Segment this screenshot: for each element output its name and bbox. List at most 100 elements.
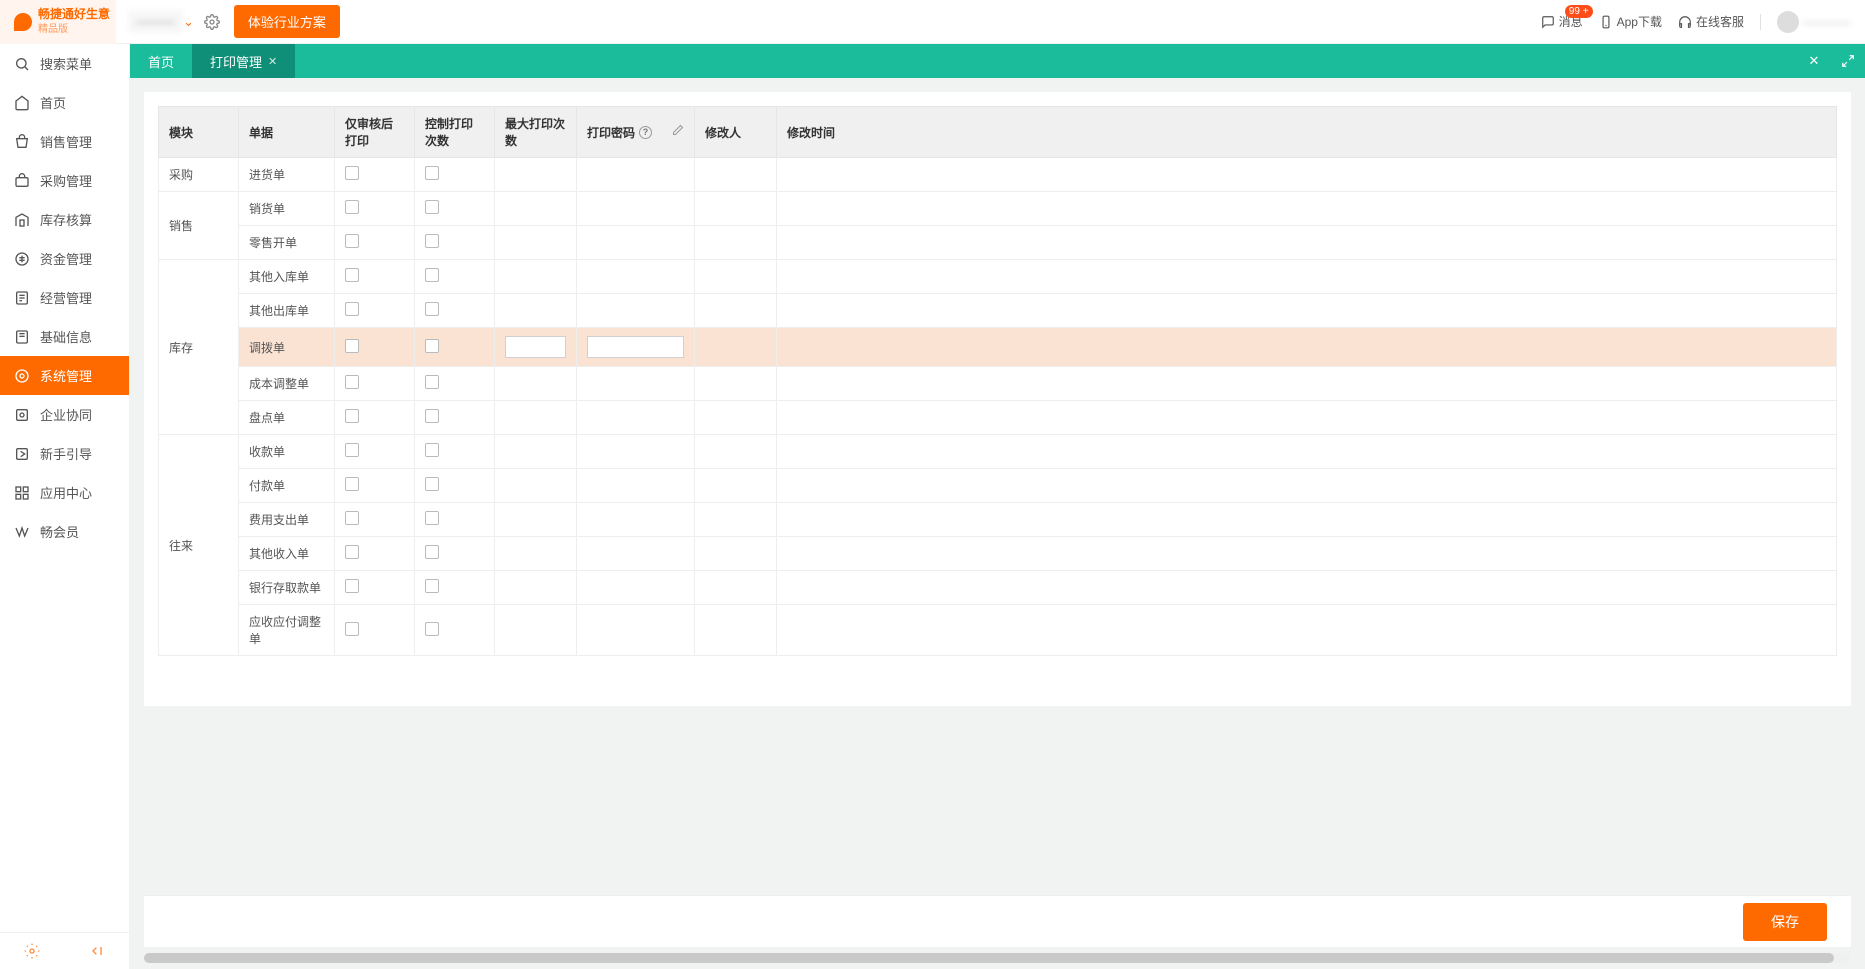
sidebar-item-appcenter[interactable]: 应用中心 <box>0 473 129 512</box>
cell-modifier <box>695 260 777 294</box>
table-row[interactable]: 付款单 <box>159 469 1837 503</box>
sidebar-item-base[interactable]: 基础信息 <box>0 317 129 356</box>
checkbox-ctrl[interactable] <box>425 477 439 491</box>
chevron-down-icon[interactable]: ⌄ <box>183 14 194 30</box>
checkbox-audit[interactable] <box>345 443 359 457</box>
checkbox-audit[interactable] <box>345 268 359 282</box>
cell-max <box>495 469 577 503</box>
checkbox-ctrl[interactable] <box>425 302 439 316</box>
th-audit: 仅审核后打印 <box>335 107 415 158</box>
table-row[interactable]: 调拨单 <box>159 328 1837 367</box>
cell-mtime <box>777 192 1837 226</box>
checkbox-audit[interactable] <box>345 302 359 316</box>
cell-pwd <box>577 260 695 294</box>
checkbox-ctrl[interactable] <box>425 622 439 636</box>
table-row[interactable]: 库存其他入库单 <box>159 260 1837 294</box>
sidebar-item-search[interactable]: 搜索菜单 <box>0 44 129 83</box>
sidebar-item-label: 基础信息 <box>40 327 92 346</box>
cell-max <box>495 401 577 435</box>
table-row[interactable]: 费用支出单 <box>159 503 1837 537</box>
table-row[interactable]: 银行存取款单 <box>159 571 1837 605</box>
sidebar-item-funds[interactable]: 资金管理 <box>0 239 129 278</box>
cell-pwd <box>577 294 695 328</box>
sidebar-item-guide[interactable]: 新手引导 <box>0 434 129 473</box>
tab-home[interactable]: 首页 <box>130 44 192 78</box>
save-button[interactable]: 保存 <box>1743 903 1827 941</box>
checkbox-ctrl[interactable] <box>425 339 439 353</box>
checkbox-ctrl[interactable] <box>425 579 439 593</box>
th-ctrl: 控制打印次数 <box>415 107 495 158</box>
checkbox-audit[interactable] <box>345 579 359 593</box>
cell-ctrl <box>415 571 495 605</box>
table-row[interactable]: 销售销货单 <box>159 192 1837 226</box>
expand-icon[interactable] <box>1831 44 1865 78</box>
cell-mtime <box>777 260 1837 294</box>
checkbox-audit[interactable] <box>345 545 359 559</box>
promo-button[interactable]: 体验行业方案 <box>234 5 340 38</box>
checkbox-ctrl[interactable] <box>425 200 439 214</box>
table-row[interactable]: 成本调整单 <box>159 367 1837 401</box>
checkbox-audit[interactable] <box>345 339 359 353</box>
sidebar-item-label: 经营管理 <box>40 288 92 307</box>
sidebar-item-home[interactable]: 首页 <box>0 83 129 122</box>
checkbox-ctrl[interactable] <box>425 166 439 180</box>
tab-close-all[interactable]: ✕ <box>1797 44 1831 78</box>
max-print-input[interactable] <box>505 336 566 358</box>
sidebar-item-sales[interactable]: 销售管理 <box>0 122 129 161</box>
table-row[interactable]: 其他出库单 <box>159 294 1837 328</box>
cell-doc: 其他出库单 <box>239 294 335 328</box>
checkbox-ctrl[interactable] <box>425 443 439 457</box>
table-row[interactable]: 其他收入单 <box>159 537 1837 571</box>
table-row[interactable]: 应收应付调整单 <box>159 605 1837 656</box>
table-row[interactable]: 零售开单 <box>159 226 1837 260</box>
close-icon[interactable]: ✕ <box>268 55 277 68</box>
checkbox-ctrl[interactable] <box>425 409 439 423</box>
app-download-link[interactable]: App下载 <box>1599 13 1662 30</box>
checkbox-audit[interactable] <box>345 200 359 214</box>
horizontal-scrollbar[interactable] <box>144 953 1851 965</box>
tab-print-manage[interactable]: 打印管理 ✕ <box>192 44 295 78</box>
checkbox-audit[interactable] <box>345 234 359 248</box>
checkbox-ctrl[interactable] <box>425 511 439 525</box>
gear-icon[interactable] <box>24 943 40 959</box>
sidebar-item-inventory[interactable]: 库存核算 <box>0 200 129 239</box>
cell-pwd <box>577 158 695 192</box>
table-row[interactable]: 盘点单 <box>159 401 1837 435</box>
checkbox-ctrl[interactable] <box>425 234 439 248</box>
cell-audit <box>335 328 415 367</box>
cell-audit <box>335 260 415 294</box>
support-link[interactable]: 在线客服 <box>1678 13 1744 30</box>
messages-link[interactable]: 消息 99 + <box>1541 13 1583 30</box>
cell-ctrl <box>415 605 495 656</box>
table-row[interactable]: 采购进货单 <box>159 158 1837 192</box>
checkbox-audit[interactable] <box>345 409 359 423</box>
sidebar-item-biz[interactable]: 经营管理 <box>0 278 129 317</box>
gear-icon[interactable] <box>204 14 220 30</box>
cell-module: 往来 <box>159 435 239 656</box>
edit-icon[interactable] <box>672 124 684 136</box>
collapse-icon[interactable] <box>89 943 105 959</box>
checkbox-ctrl[interactable] <box>425 545 439 559</box>
cell-module: 库存 <box>159 260 239 435</box>
th-modifier: 修改人 <box>695 107 777 158</box>
checkbox-audit[interactable] <box>345 511 359 525</box>
table-row[interactable]: 往来收款单 <box>159 435 1837 469</box>
sidebar-item-system[interactable]: 系统管理 <box>0 356 129 395</box>
checkbox-audit[interactable] <box>345 477 359 491</box>
checkbox-ctrl[interactable] <box>425 268 439 282</box>
cell-doc: 调拨单 <box>239 328 335 367</box>
checkbox-audit[interactable] <box>345 622 359 636</box>
checkbox-audit[interactable] <box>345 375 359 389</box>
help-icon[interactable]: ? <box>639 126 652 139</box>
user-menu[interactable]: ———— <box>1777 11 1851 33</box>
sidebar-item-label: 企业协同 <box>40 405 92 424</box>
cell-doc: 付款单 <box>239 469 335 503</box>
checkbox-ctrl[interactable] <box>425 375 439 389</box>
print-password-input[interactable] <box>587 336 684 358</box>
org-selector[interactable]: ——— <box>128 10 183 33</box>
sidebar-item-purchase[interactable]: 采购管理 <box>0 161 129 200</box>
sidebar-item-collab[interactable]: 企业协同 <box>0 395 129 434</box>
funds-icon <box>14 251 30 267</box>
checkbox-audit[interactable] <box>345 166 359 180</box>
sidebar-item-vip[interactable]: 畅会员 <box>0 512 129 551</box>
